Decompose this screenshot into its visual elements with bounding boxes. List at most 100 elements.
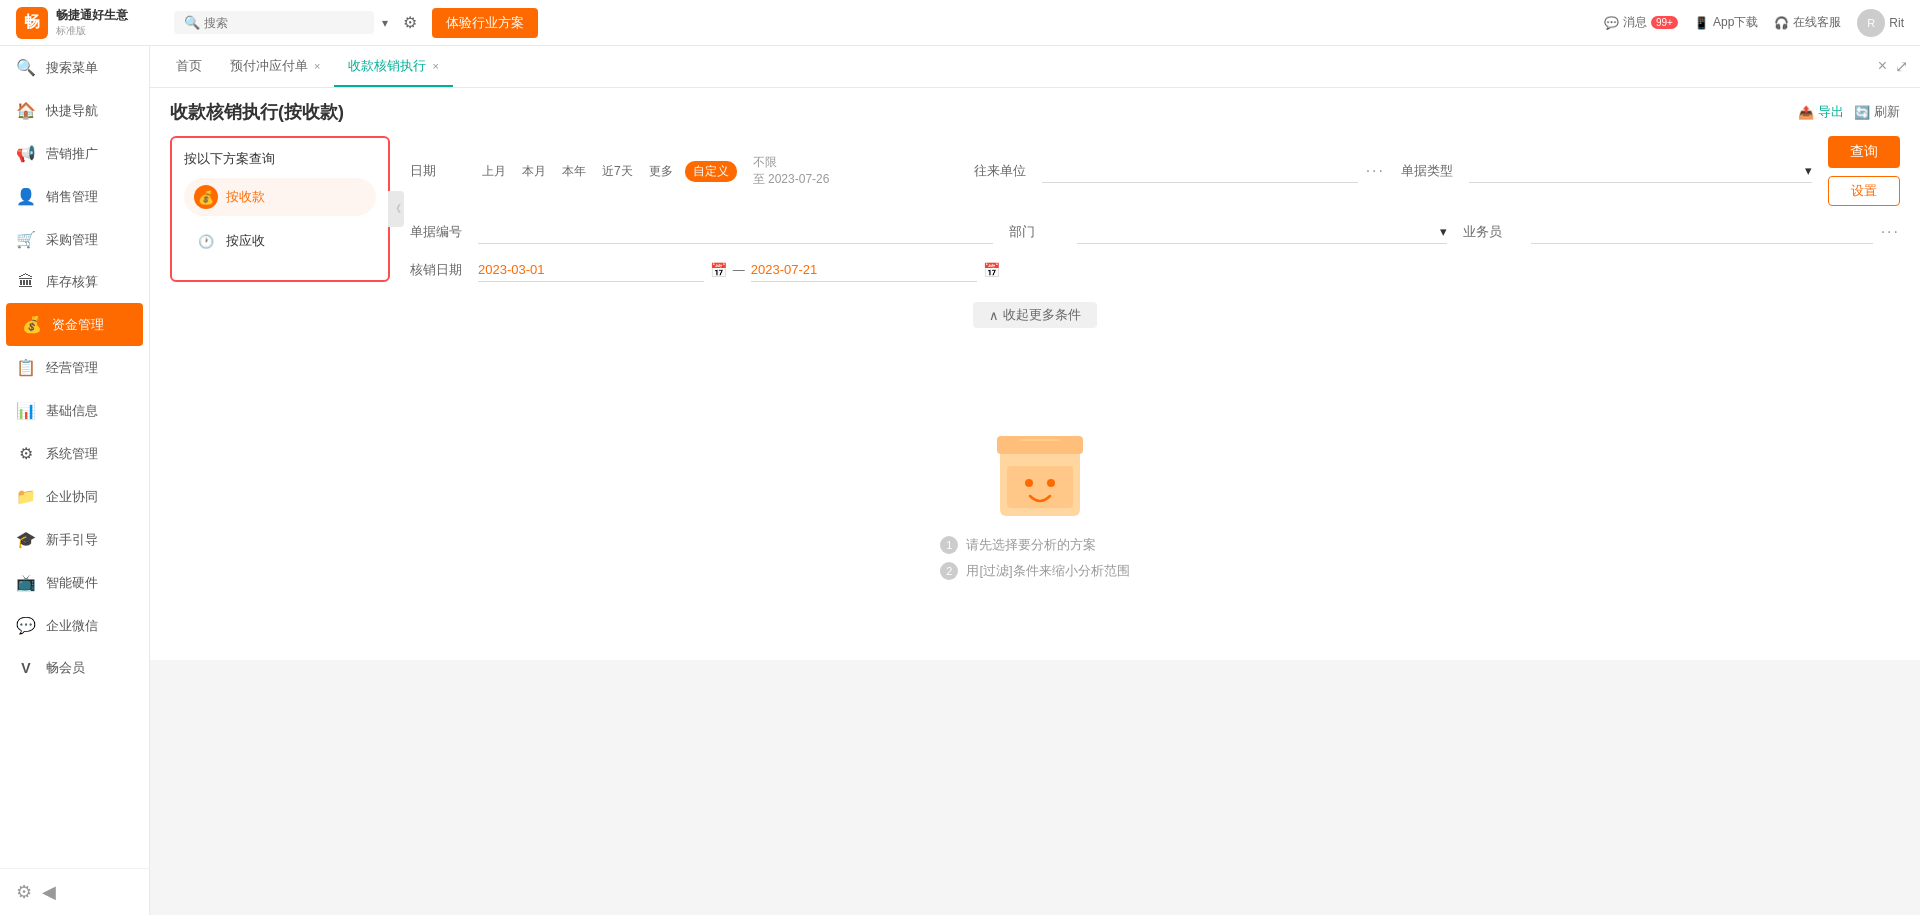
sidebar: 🔍 搜索菜单 🏠 快捷导航 📢 营销推广 👤 销售管理 🛒 采购管理 🏛 库存核… (0, 46, 150, 915)
user-area[interactable]: R Rit (1857, 9, 1904, 37)
filter-option-by-receivable[interactable]: 🕐 按应收 (184, 222, 376, 260)
window-expand-btn[interactable]: ⤢ (1895, 57, 1908, 76)
setting-btn[interactable]: 设置 (1828, 176, 1900, 206)
sidebar-item-sales[interactable]: 👤 销售管理 (0, 175, 149, 218)
search-bar[interactable]: 🔍 (174, 11, 374, 34)
tab-close-prepay[interactable]: × (314, 60, 320, 72)
logo-area: 畅 畅捷通好生意 标准版 (16, 7, 166, 39)
date-shortcut-last-month[interactable]: 上月 (478, 161, 510, 182)
member-icon: V (16, 660, 36, 676)
sidebar-label: 新手引导 (46, 531, 98, 549)
logo-name: 畅捷通好生意 (56, 7, 128, 24)
system-icon: ⚙ (16, 444, 36, 463)
export-btn[interactable]: 📤 导出 (1798, 103, 1844, 121)
sidebar-item-member[interactable]: V 畅会员 (0, 647, 149, 689)
filter-action-btns: 查询 设置 (1828, 136, 1900, 206)
date-separator: — (733, 263, 745, 277)
svg-point-4 (1047, 479, 1055, 487)
message-icon: 💬 (1604, 16, 1619, 30)
tip-num-2: 2 (940, 562, 958, 580)
svg-point-3 (1025, 479, 1033, 487)
tab-bar-actions: × ⤢ (1878, 57, 1908, 76)
empty-icon (975, 416, 1095, 516)
collapse-more-row: ∧ 收起更多条件 (150, 294, 1920, 336)
headset-icon: 🎧 (1774, 16, 1789, 30)
collapse-sidebar-btn[interactable]: ◀ (42, 881, 56, 903)
sidebar-item-guide[interactable]: 🎓 新手引导 (0, 518, 149, 561)
wechat-icon: 💬 (16, 616, 36, 635)
search-panel: 按以下方案查询 💰 按收款 🕐 按应收 《 (150, 124, 1920, 294)
dept-select[interactable]: ▾ (1077, 220, 1446, 244)
date-shortcut-this-year[interactable]: 本年 (558, 161, 590, 182)
sidebar-label: 智能硬件 (46, 574, 98, 592)
sidebar-item-smart-hw[interactable]: 📺 智能硬件 (0, 561, 149, 604)
tab-receipt-verify[interactable]: 收款核销执行 × (334, 46, 452, 87)
date-shortcut-custom[interactable]: 自定义 (685, 161, 737, 182)
inventory-icon: 🏛 (16, 273, 36, 291)
sidebar-label: 企业协同 (46, 488, 98, 506)
main-content: 首页 预付冲应付单 × 收款核销执行 × × ⤢ 收款核销执行(按收款) (150, 46, 1920, 915)
sidebar-label: 销售管理 (46, 188, 98, 206)
staff-input[interactable] (1531, 220, 1873, 244)
dept-field: 部门 ▾ (1009, 220, 1446, 244)
sidebar-item-wechat[interactable]: 💬 企业微信 (0, 604, 149, 647)
counterparty-dots-icon[interactable]: ··· (1366, 162, 1385, 180)
dept-chevron: ▾ (1440, 224, 1447, 239)
tab-prepay[interactable]: 预付冲应付单 × (216, 46, 334, 87)
cal-icon-end[interactable]: 📅 (983, 262, 1000, 278)
sidebar-label: 采购管理 (46, 231, 98, 249)
cal-icon-start[interactable]: 📅 (710, 262, 727, 278)
verify-date-start[interactable] (478, 258, 704, 282)
management-icon: 📋 (16, 358, 36, 377)
sidebar-item-search-menu[interactable]: 🔍 搜索菜单 (0, 46, 149, 89)
sidebar-item-management[interactable]: 📋 经营管理 (0, 346, 149, 389)
date-shortcut-this-month[interactable]: 本月 (518, 161, 550, 182)
dropdown-chevron: ▾ (382, 16, 388, 30)
sidebar-label: 经营管理 (46, 359, 98, 377)
empty-tip-1: 1 请先选择要分析的方案 (940, 536, 1129, 554)
industry-btn[interactable]: 体验行业方案 (432, 8, 538, 38)
sidebar-item-basic-info[interactable]: 📊 基础信息 (0, 389, 149, 432)
sidebar-item-capital[interactable]: 💰 资金管理 (6, 303, 143, 346)
date-shortcut-7days[interactable]: 近7天 (598, 161, 637, 182)
tab-close-receipt[interactable]: × (432, 60, 438, 72)
sidebar-item-quick-nav[interactable]: 🏠 快捷导航 (0, 89, 149, 132)
gear-button[interactable]: ⚙ (396, 9, 424, 37)
tab-home[interactable]: 首页 (162, 46, 216, 87)
sidebar-item-system[interactable]: ⚙ 系统管理 (0, 432, 149, 475)
settings-icon[interactable]: ⚙ (16, 881, 32, 903)
date-shortcut-more[interactable]: 更多 (645, 161, 677, 182)
bill-type-select[interactable]: ▾ (1469, 159, 1812, 183)
query-btn[interactable]: 查询 (1828, 136, 1900, 168)
sidebar-item-inventory[interactable]: 🏛 库存核算 (0, 261, 149, 303)
staff-dots-icon[interactable]: ··· (1881, 223, 1900, 241)
bill-no-label: 单据编号 (410, 223, 470, 241)
bill-no-input[interactable] (478, 220, 993, 244)
filter-row-1: 日期 上月 本月 本年 近7天 更多 自定义 不限 至 (410, 136, 1900, 206)
sidebar-item-enterprise[interactable]: 📁 企业协同 (0, 475, 149, 518)
verify-date-range: 📅 — 📅 (478, 258, 1000, 282)
enterprise-icon: 📁 (16, 487, 36, 506)
staff-label: 业务员 (1463, 223, 1523, 241)
smart-hw-icon: 📺 (16, 573, 36, 592)
app-download-btn[interactable]: 📱 App下载 (1694, 14, 1758, 31)
search-input[interactable] (204, 16, 344, 30)
date-no-limit: 不限 (753, 154, 830, 171)
verify-date-end[interactable] (751, 258, 977, 282)
guide-icon: 🎓 (16, 530, 36, 549)
filter-option-by-receipt[interactable]: 💰 按收款 (184, 178, 376, 216)
collapse-more-btn[interactable]: ∧ 收起更多条件 (973, 302, 1097, 328)
top-dropdown[interactable]: ▾ (382, 16, 388, 30)
messages-btn[interactable]: 💬 消息 99+ (1604, 14, 1678, 31)
filter-collapse-btn[interactable]: 《 (388, 191, 404, 227)
window-close-btn[interactable]: × (1878, 57, 1887, 76)
sidebar-label: 企业微信 (46, 617, 98, 635)
sidebar-item-marketing[interactable]: 📢 营销推广 (0, 132, 149, 175)
export-icon: 📤 (1798, 105, 1814, 120)
counterparty-label: 往来单位 (974, 162, 1034, 180)
date-to: 至 2023-07-26 (753, 171, 830, 188)
sidebar-item-purchase[interactable]: 🛒 采购管理 (0, 218, 149, 261)
online-service-btn[interactable]: 🎧 在线客服 (1774, 14, 1841, 31)
counterparty-input[interactable] (1042, 159, 1358, 183)
refresh-btn[interactable]: 🔄 刷新 (1854, 103, 1900, 121)
